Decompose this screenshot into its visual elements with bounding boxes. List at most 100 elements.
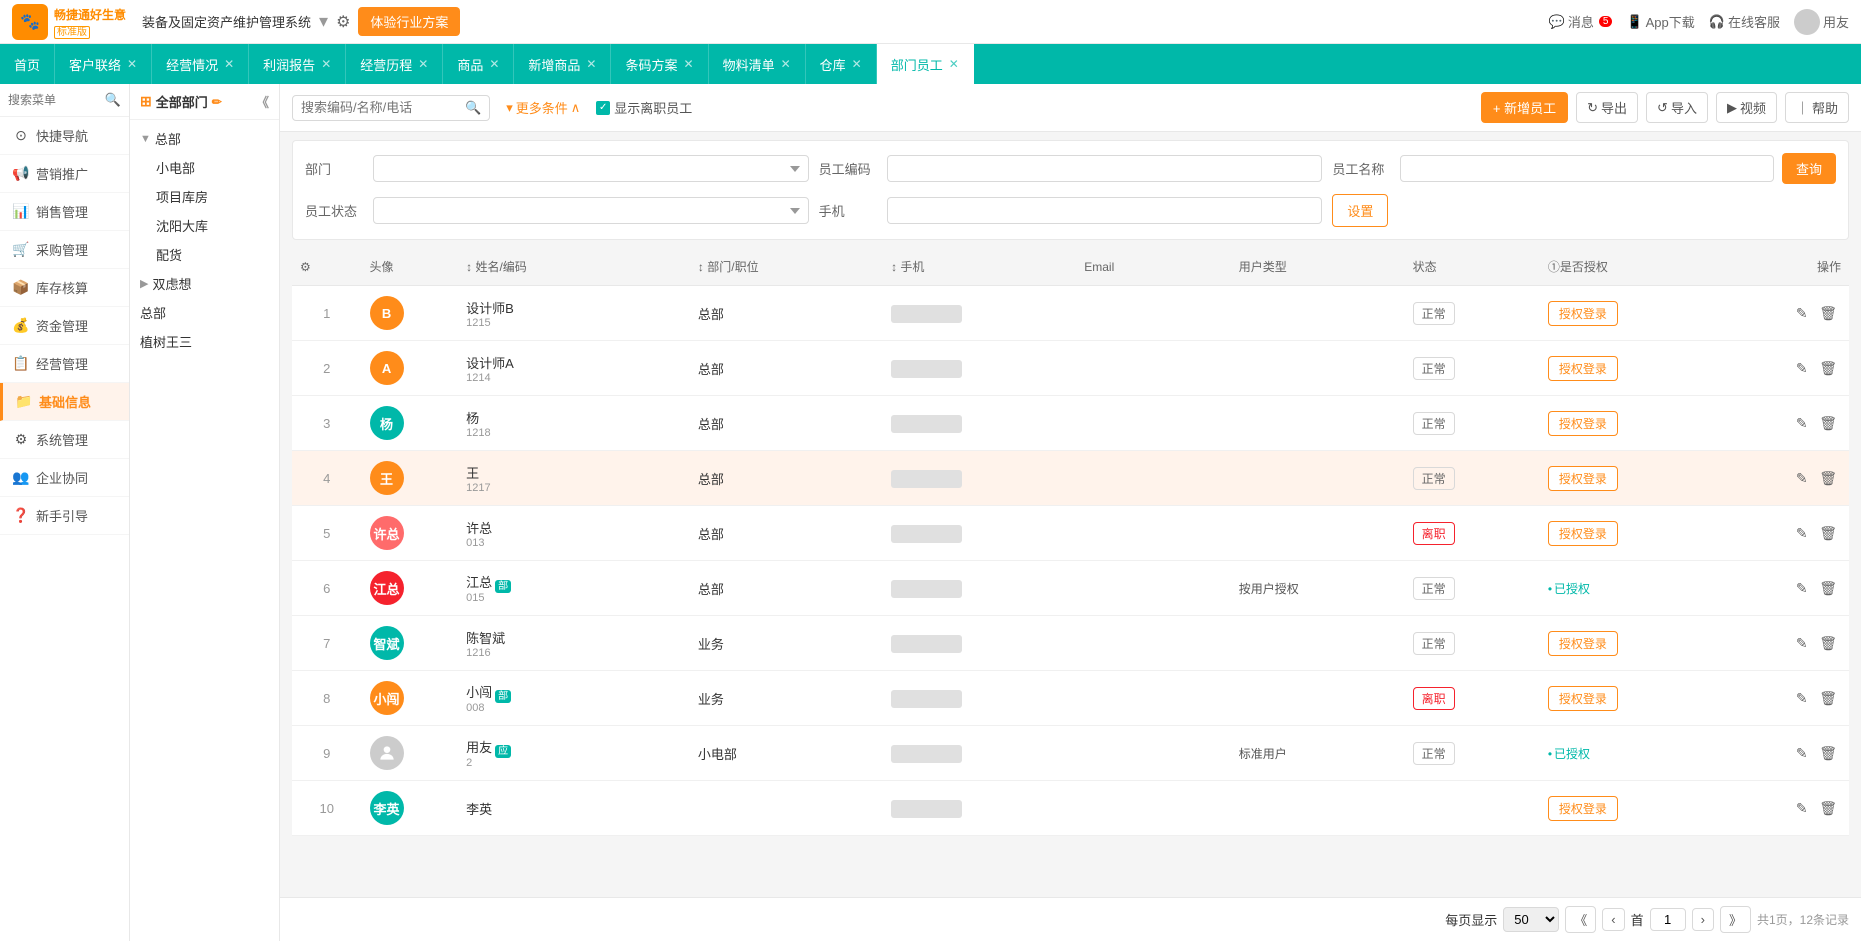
- nav-dept-close[interactable]: ✕: [949, 57, 959, 71]
- nav-profit-close[interactable]: ✕: [321, 57, 331, 71]
- dept-edit-icon[interactable]: ✏: [212, 95, 222, 109]
- settings-icon[interactable]: ⚙: [336, 12, 350, 32]
- next-page-button[interactable]: ›: [1692, 908, 1714, 931]
- filter-status-select[interactable]: [373, 197, 809, 224]
- nav-profit[interactable]: 利润报告 ✕: [249, 44, 346, 84]
- nav-operation[interactable]: 经营情况 ✕: [152, 44, 249, 84]
- page-number-input[interactable]: [1650, 908, 1686, 931]
- delete-button[interactable]: 🗑: [1815, 358, 1841, 379]
- delete-button[interactable]: 🗑: [1815, 468, 1841, 489]
- nav-customer[interactable]: 客户联络 ✕: [55, 44, 152, 84]
- filter-dept-select[interactable]: [373, 155, 809, 182]
- sidebar-item-guide[interactable]: ❓新手引导: [0, 497, 129, 535]
- search-input[interactable]: [301, 100, 461, 115]
- more-filter-button[interactable]: ▾ 更多条件 ∧: [498, 94, 588, 121]
- prev-page-button[interactable]: ‹: [1602, 908, 1624, 931]
- auth-button[interactable]: 授权登录: [1548, 356, 1618, 381]
- online-service-button[interactable]: 🎧 在线客服: [1709, 12, 1780, 31]
- nav-customer-close[interactable]: ✕: [127, 57, 137, 71]
- nav-home[interactable]: 首页: [0, 44, 55, 84]
- query-button[interactable]: 查询: [1782, 153, 1836, 184]
- delete-button[interactable]: 🗑: [1815, 303, 1841, 324]
- nav-add-goods[interactable]: 新增商品 ✕: [514, 44, 611, 84]
- notify-button[interactable]: 💬 消息 5: [1549, 12, 1613, 31]
- col-dept[interactable]: ↕ 部门/职位: [690, 248, 883, 286]
- first-page-button[interactable]: 《: [1565, 906, 1596, 933]
- dept-node-project[interactable]: 项目库房: [150, 182, 279, 211]
- nav-bom[interactable]: 物料清单 ✕: [709, 44, 806, 84]
- auth-button[interactable]: 授权登录: [1548, 686, 1618, 711]
- filter-phone-input[interactable]: [887, 197, 1323, 224]
- delete-button[interactable]: 🗑: [1815, 413, 1841, 434]
- show-resigned-toggle[interactable]: ✓ 显示离职员工: [596, 98, 692, 117]
- sidebar-item-system[interactable]: ⚙系统管理: [0, 421, 129, 459]
- auth-button[interactable]: 授权登录: [1548, 631, 1618, 656]
- nav-operation-close[interactable]: ✕: [224, 57, 234, 71]
- edit-button[interactable]: ✎: [1792, 743, 1812, 764]
- delete-button[interactable]: 🗑: [1815, 523, 1841, 544]
- delete-button[interactable]: 🗑: [1815, 578, 1841, 599]
- sidebar-item-management[interactable]: 📋经营管理: [0, 345, 129, 383]
- dropdown-arrow[interactable]: ▾: [319, 11, 328, 32]
- sidebar-search-input[interactable]: [8, 93, 101, 107]
- sidebar-item-marketing[interactable]: 📢营销推广: [0, 155, 129, 193]
- show-resigned-checkbox[interactable]: ✓: [596, 101, 610, 115]
- edit-button[interactable]: ✎: [1792, 303, 1812, 324]
- last-page-button[interactable]: 》: [1720, 906, 1751, 933]
- col-name[interactable]: ↕ 姓名/编码: [458, 248, 690, 286]
- nav-goods-close[interactable]: ✕: [489, 57, 499, 71]
- delete-button[interactable]: 🗑: [1815, 743, 1841, 764]
- edit-button[interactable]: ✎: [1792, 578, 1812, 599]
- dept-node-zhishu[interactable]: 植树王三: [130, 327, 279, 356]
- video-button[interactable]: ▶ 视频: [1716, 92, 1777, 123]
- sidebar-item-basic-info[interactable]: 📁基础信息: [0, 383, 129, 421]
- dept-node-hq[interactable]: 总部: [130, 298, 279, 327]
- sidebar-item-finance[interactable]: 💰资金管理: [0, 307, 129, 345]
- nav-barcode[interactable]: 条码方案 ✕: [611, 44, 708, 84]
- delete-button[interactable]: 🗑: [1815, 688, 1841, 709]
- sidebar-item-collab[interactable]: 👥企业协同: [0, 459, 129, 497]
- edit-button[interactable]: ✎: [1792, 468, 1812, 489]
- sidebar-item-purchase[interactable]: 🛒采购管理: [0, 231, 129, 269]
- app-download-button[interactable]: 📱 App下载: [1626, 12, 1694, 31]
- filter-empcode-input[interactable]: [887, 155, 1323, 182]
- sidebar-item-inventory[interactable]: 📦库存核算: [0, 269, 129, 307]
- edit-button[interactable]: ✎: [1792, 688, 1812, 709]
- export-button[interactable]: ↻ 导出: [1576, 92, 1638, 123]
- nav-add-goods-close[interactable]: ✕: [586, 57, 596, 71]
- auth-button[interactable]: 授权登录: [1548, 411, 1618, 436]
- auth-button[interactable]: 授权登录: [1548, 796, 1618, 821]
- dept-node-shuang[interactable]: ▶ 双虑想: [130, 269, 279, 298]
- set-button[interactable]: 设置: [1332, 194, 1388, 227]
- nav-history-close[interactable]: ✕: [418, 57, 428, 71]
- nav-history[interactable]: 经营历程 ✕: [346, 44, 443, 84]
- nav-dept-staff[interactable]: 部门员工 ✕: [877, 44, 974, 84]
- trial-button[interactable]: 体验行业方案: [358, 7, 460, 36]
- auth-button[interactable]: 授权登录: [1548, 466, 1618, 491]
- per-page-select[interactable]: 50 20 100: [1503, 907, 1559, 932]
- auth-button[interactable]: 授权登录: [1548, 521, 1618, 546]
- edit-button[interactable]: ✎: [1792, 413, 1812, 434]
- sidebar-item-quick-nav[interactable]: ⊙快捷导航: [0, 117, 129, 155]
- dept-node-distribution[interactable]: 配货: [150, 240, 279, 269]
- add-employee-button[interactable]: + 新增员工: [1481, 92, 1568, 123]
- dept-node-xdbu[interactable]: 小电部: [150, 153, 279, 182]
- nav-barcode-close[interactable]: ✕: [684, 57, 694, 71]
- sidebar-item-sales[interactable]: 📊销售管理: [0, 193, 129, 231]
- edit-button[interactable]: ✎: [1792, 523, 1812, 544]
- help-button[interactable]: ｜ 帮助: [1785, 92, 1849, 123]
- edit-button[interactable]: ✎: [1792, 798, 1812, 819]
- edit-button[interactable]: ✎: [1792, 633, 1812, 654]
- col-phone[interactable]: ↕ 手机: [883, 248, 1076, 286]
- nav-warehouse[interactable]: 仓库 ✕: [806, 44, 877, 84]
- dept-node-shenyang[interactable]: 沈阳大库: [150, 211, 279, 240]
- delete-button[interactable]: 🗑: [1815, 798, 1841, 819]
- dept-node-headquarters-group[interactable]: ▼ 总部: [130, 124, 279, 153]
- auth-button[interactable]: 授权登录: [1548, 301, 1618, 326]
- user-avatar[interactable]: 用友: [1794, 9, 1849, 35]
- delete-button[interactable]: 🗑: [1815, 633, 1841, 654]
- edit-button[interactable]: ✎: [1792, 358, 1812, 379]
- nav-warehouse-close[interactable]: ✕: [852, 57, 862, 71]
- import-button[interactable]: ↺ 导入: [1646, 92, 1708, 123]
- nav-goods[interactable]: 商品 ✕: [443, 44, 514, 84]
